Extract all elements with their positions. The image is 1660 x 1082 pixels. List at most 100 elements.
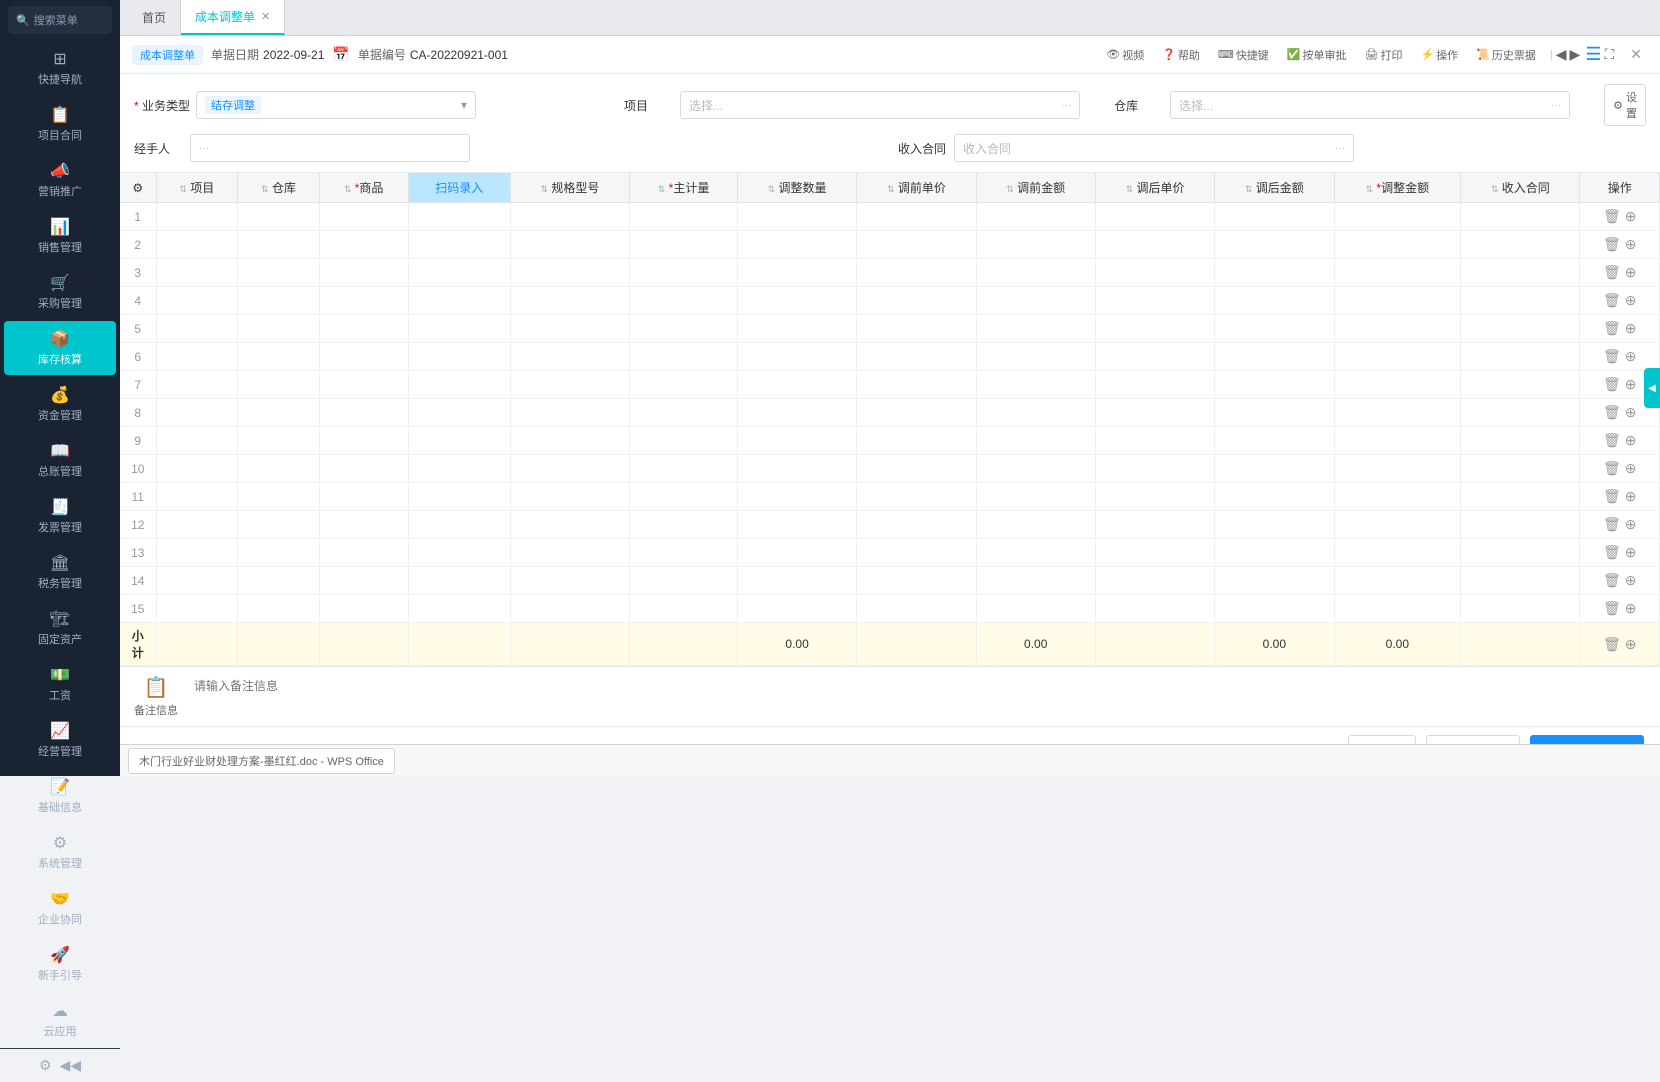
- row-prev-price-15[interactable]: [857, 595, 976, 623]
- delete-row-btn-13[interactable]: 🗑: [1603, 544, 1621, 561]
- row-project-1[interactable]: [156, 203, 238, 231]
- toolbar-shortcut-btn[interactable]: ⌨ 快捷键: [1214, 45, 1273, 65]
- row-after-price-3[interactable]: [1095, 259, 1214, 287]
- toolbar-print-btn[interactable]: 🖨 打印: [1361, 45, 1407, 65]
- row-spec-9[interactable]: [510, 427, 629, 455]
- row-prev-amount-5[interactable]: [976, 315, 1095, 343]
- calendar-icon[interactable]: 📅: [332, 46, 349, 63]
- row-spec-12[interactable]: [510, 511, 629, 539]
- project-dots[interactable]: ···: [1061, 100, 1071, 111]
- table-wrapper[interactable]: ⚙ ⇅ 项目 ⇅ 仓库 ⇅ *商品: [120, 173, 1660, 666]
- row-warehouse-13[interactable]: [238, 539, 320, 567]
- row-project-12[interactable]: [156, 511, 238, 539]
- row-adj-qty-5[interactable]: [737, 315, 856, 343]
- row-spec-2[interactable]: [510, 231, 629, 259]
- row-warehouse-3[interactable]: [238, 259, 320, 287]
- close-tab-btn[interactable]: ✕: [261, 10, 270, 23]
- row-income-contract-13[interactable]: [1461, 539, 1580, 567]
- warehouse-input[interactable]: 选择... ···: [1170, 91, 1570, 119]
- close-doc-btn[interactable]: ✕: [1624, 44, 1648, 65]
- notes-input[interactable]: [190, 675, 1646, 697]
- row-warehouse-2[interactable]: [238, 231, 320, 259]
- row-unit-8[interactable]: [630, 399, 738, 427]
- row-spec-15[interactable]: [510, 595, 629, 623]
- row-spec-4[interactable]: [510, 287, 629, 315]
- row-unit-14[interactable]: [630, 567, 738, 595]
- row-prev-price-11[interactable]: [857, 483, 976, 511]
- row-goods-2[interactable]: [319, 231, 408, 259]
- row-unit-5[interactable]: [630, 315, 738, 343]
- copy-row-btn-6[interactable]: ⊕: [1625, 348, 1637, 365]
- biz-type-input[interactable]: 结存调整 ▾: [196, 91, 476, 119]
- row-unit-1[interactable]: [630, 203, 738, 231]
- delete-row-btn-15[interactable]: 🗑: [1603, 600, 1621, 617]
- sidebar-item-inventory-calc[interactable]: 📦 库存核算: [4, 321, 116, 375]
- toolbar-history-btn[interactable]: 📜 历史票据: [1472, 45, 1540, 65]
- row-unit-13[interactable]: [630, 539, 738, 567]
- row-income-contract-6[interactable]: [1461, 343, 1580, 371]
- row-prev-amount-13[interactable]: [976, 539, 1095, 567]
- row-after-amount-12[interactable]: [1215, 511, 1334, 539]
- warehouse-dots[interactable]: ···: [1551, 100, 1561, 111]
- row-warehouse-5[interactable]: [238, 315, 320, 343]
- row-after-amount-10[interactable]: [1215, 455, 1334, 483]
- settings-button[interactable]: ⚙ 设置: [1604, 84, 1646, 126]
- row-prev-amount-12[interactable]: [976, 511, 1095, 539]
- row-project-9[interactable]: [156, 427, 238, 455]
- toolbar-view-btn[interactable]: 👁 视频: [1102, 45, 1148, 65]
- tab-cost-adjust[interactable]: 成本调整单 ✕: [181, 0, 285, 35]
- delete-row-btn-9[interactable]: 🗑: [1603, 432, 1621, 449]
- row-spec-7[interactable]: [510, 371, 629, 399]
- row-unit-7[interactable]: [630, 371, 738, 399]
- row-adj-amount-11[interactable]: [1334, 483, 1461, 511]
- row-adj-amount-8[interactable]: [1334, 399, 1461, 427]
- row-prev-price-5[interactable]: [857, 315, 976, 343]
- copy-row-btn-1[interactable]: ⊕: [1625, 208, 1637, 225]
- row-warehouse-14[interactable]: [238, 567, 320, 595]
- collapse-btn[interactable]: ◀◀: [60, 1057, 82, 1074]
- sidebar-item-funds-mgmt[interactable]: 💰 资金管理: [4, 377, 116, 431]
- row-spec-14[interactable]: [510, 567, 629, 595]
- copy-row-btn-5[interactable]: ⊕: [1625, 320, 1637, 337]
- row-unit-2[interactable]: [630, 231, 738, 259]
- row-income-contract-5[interactable]: [1461, 315, 1580, 343]
- sidebar-item-tax-mgmt[interactable]: 🏛 税务管理: [4, 545, 116, 599]
- row-prev-amount-7[interactable]: [976, 371, 1095, 399]
- row-after-price-2[interactable]: [1095, 231, 1214, 259]
- row-after-amount-9[interactable]: [1215, 427, 1334, 455]
- toolbar-operate-btn[interactable]: ⚡ 操作: [1416, 45, 1462, 65]
- right-panel-indicator[interactable]: ◀: [1644, 368, 1660, 408]
- row-prev-price-3[interactable]: [857, 259, 976, 287]
- row-warehouse-6[interactable]: [238, 343, 320, 371]
- row-after-price-8[interactable]: [1095, 399, 1214, 427]
- row-income-contract-11[interactable]: [1461, 483, 1580, 511]
- row-after-amount-5[interactable]: [1215, 315, 1334, 343]
- row-spec-1[interactable]: [510, 203, 629, 231]
- copy-row-btn-4[interactable]: ⊕: [1625, 292, 1637, 309]
- row-scan-4[interactable]: [408, 287, 510, 315]
- row-adj-amount-7[interactable]: [1334, 371, 1461, 399]
- toolbar-approve-btn[interactable]: ✅ 按单审批: [1283, 45, 1351, 65]
- delete-row-btn-6[interactable]: 🗑: [1603, 348, 1621, 365]
- delete-row-btn-10[interactable]: 🗑: [1603, 460, 1621, 477]
- row-after-price-4[interactable]: [1095, 287, 1214, 315]
- row-goods-12[interactable]: [319, 511, 408, 539]
- nav-next-btn[interactable]: ▶: [1570, 46, 1581, 63]
- sidebar-item-biz-collab[interactable]: 🤝 企业协同: [4, 881, 116, 935]
- row-after-price-7[interactable]: [1095, 371, 1214, 399]
- sidebar-item-project-contract[interactable]: 📋 项目合同: [4, 97, 116, 151]
- row-prev-price-13[interactable]: [857, 539, 976, 567]
- row-adj-qty-2[interactable]: [737, 231, 856, 259]
- row-scan-10[interactable]: [408, 455, 510, 483]
- expand-btn[interactable]: ⛶: [1604, 46, 1614, 63]
- nav-prev-btn[interactable]: ◀: [1556, 46, 1567, 63]
- delete-row-btn-12[interactable]: 🗑: [1603, 516, 1621, 533]
- row-scan-14[interactable]: [408, 567, 510, 595]
- row-project-4[interactable]: [156, 287, 238, 315]
- row-prev-price-10[interactable]: [857, 455, 976, 483]
- row-after-price-5[interactable]: [1095, 315, 1214, 343]
- row-adj-amount-12[interactable]: [1334, 511, 1461, 539]
- row-prev-amount-1[interactable]: [976, 203, 1095, 231]
- row-spec-5[interactable]: [510, 315, 629, 343]
- row-adj-qty-10[interactable]: [737, 455, 856, 483]
